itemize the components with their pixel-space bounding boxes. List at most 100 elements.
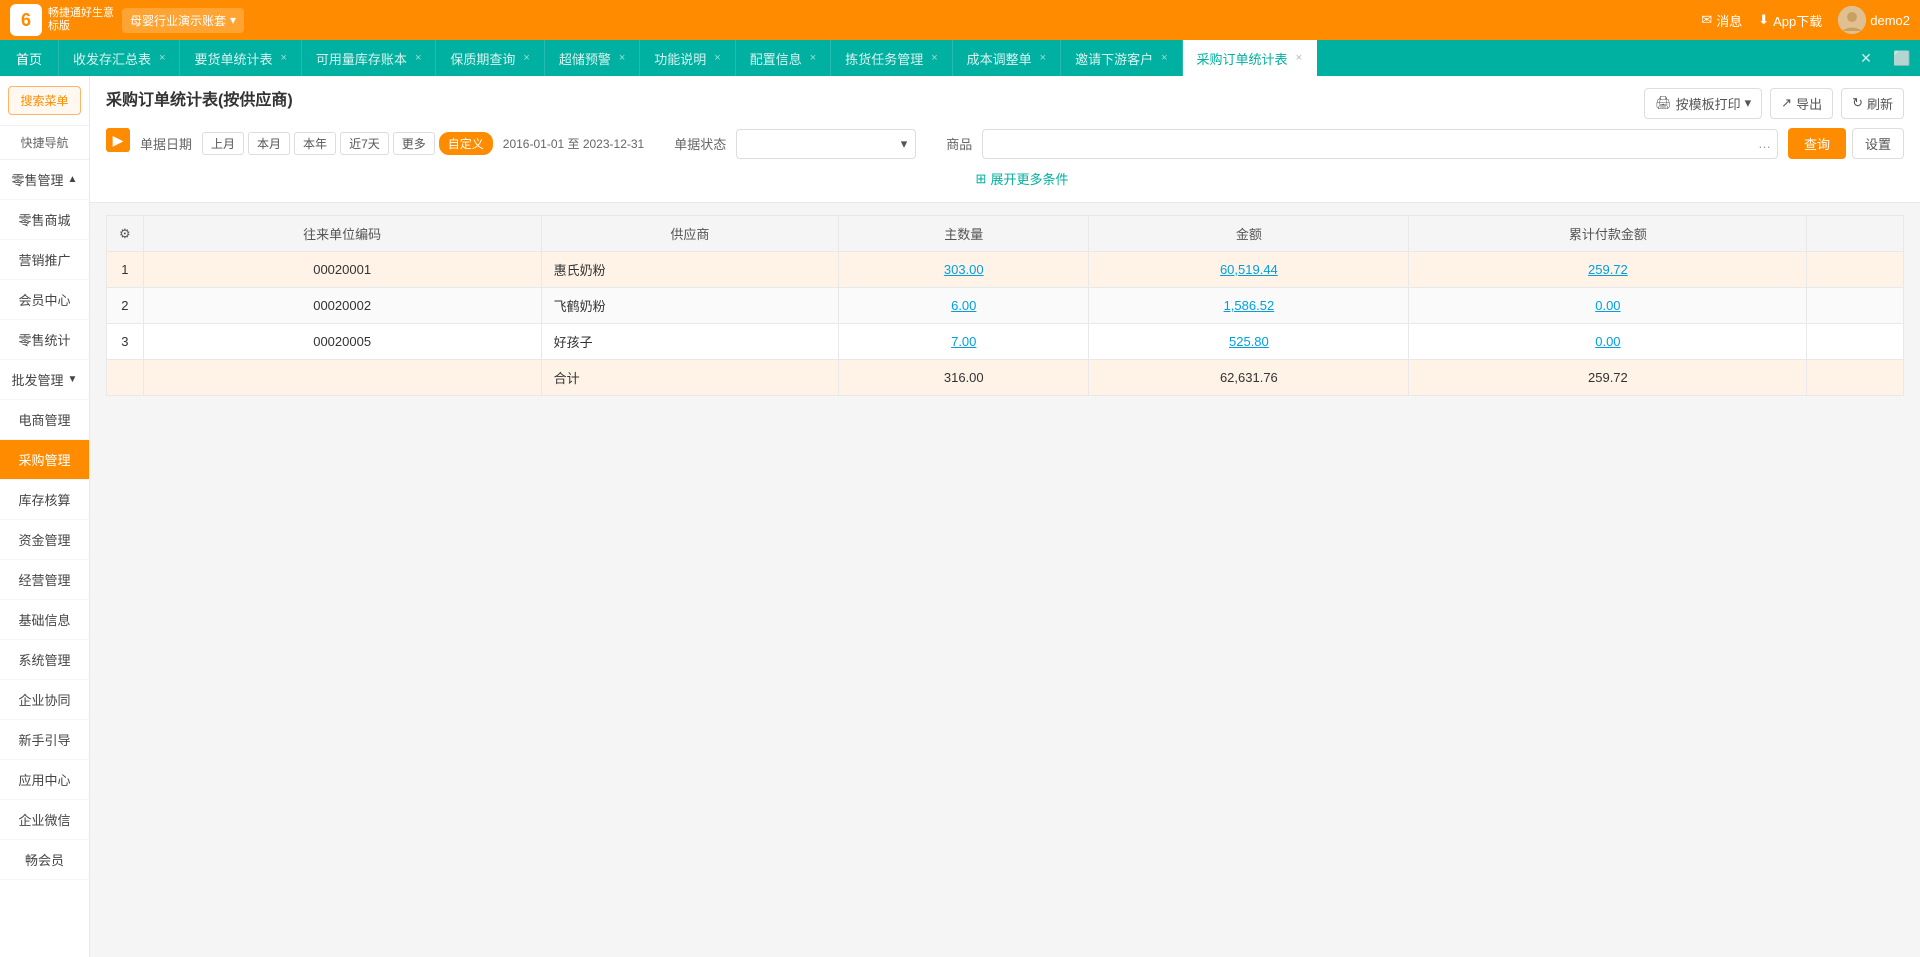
quick-nav-section: 快捷导航 — [0, 126, 89, 160]
row-code: 00020001 — [143, 252, 541, 288]
close-icon[interactable]: × — [619, 52, 625, 64]
status-select[interactable]: ▾ — [736, 129, 916, 159]
close-icon[interactable]: × — [280, 52, 286, 64]
row-num: 2 — [107, 288, 144, 324]
top-bar-right: ✉ 消息 ⬇ App下载 demo2 — [1701, 6, 1910, 34]
sidebar-item-wholesale[interactable]: 批发管理 ▼ — [0, 360, 89, 400]
date-7days[interactable]: 近7天 — [340, 132, 389, 155]
tab-shoufacun[interactable]: 收发存汇总表 × — [59, 40, 180, 76]
app-download-btn[interactable]: ⬇ App下载 — [1758, 11, 1822, 30]
refresh-btn[interactable]: ↻ 刷新 — [1841, 88, 1904, 119]
close-icon[interactable]: × — [810, 52, 816, 64]
sidebar: 搜索菜单 快捷导航 零售管理 ▲ 零售商城 营销推广 会员中心 零售统计 批发管… — [0, 76, 90, 957]
goods-input[interactable] — [989, 136, 1758, 151]
close-icon[interactable]: × — [714, 52, 720, 64]
sidebar-item-retail-stats[interactable]: 零售统计 — [0, 320, 89, 360]
tab-keyongliang[interactable]: 可用量库存账本 × — [302, 40, 436, 76]
dropdown-arrow[interactable]: ▾ — [1745, 95, 1752, 111]
col-header-amount: 金额 — [1089, 216, 1409, 252]
tab-chengben[interactable]: 成本调整单 × — [953, 40, 1061, 76]
filter-toggle-btn[interactable]: ▶ — [106, 128, 130, 152]
message-icon: ✉ — [1701, 12, 1712, 28]
maximize-btn[interactable]: ⬜ — [1884, 40, 1920, 76]
row-paid: 0.00 — [1409, 324, 1807, 360]
sidebar-item-wechat[interactable]: 企业微信 — [0, 800, 89, 840]
sidebar-item-guide[interactable]: 新手引导 — [0, 720, 89, 760]
footer-paid: 259.72 — [1409, 360, 1807, 396]
print-btn[interactable]: 🖨 按模板打印 ▾ — [1644, 88, 1762, 119]
close-window-btn[interactable]: ✕ — [1848, 40, 1884, 76]
sidebar-item-member2[interactable]: 畅会员 — [0, 840, 89, 880]
quick-nav-btn[interactable]: 快捷导航 — [20, 136, 68, 150]
logo-area: 6 畅捷通好生意 标版 — [10, 4, 114, 36]
date-more[interactable]: 更多 — [393, 132, 435, 155]
sidebar-item-retail-mgmt[interactable]: 零售管理 ▲ — [0, 160, 89, 200]
row-supplier: 惠氏奶粉 — [541, 252, 839, 288]
chevron-icon: ▲ — [68, 174, 78, 185]
tab-yaoqing[interactable]: 邀请下游客户 × — [1061, 40, 1182, 76]
close-icon[interactable]: × — [523, 52, 529, 64]
logo-icon: 6 — [10, 4, 42, 36]
table-area: ⚙ 往来单位编码 供应商 主数量 金额 累计付款金额 1 00020001 惠氏… — [90, 203, 1920, 957]
sidebar-item-marketing[interactable]: 营销推广 — [0, 240, 89, 280]
top-bar: 6 畅捷通好生意 标版 母婴行业演示账套 ▾ ✉ 消息 ⬇ App下载 demo… — [0, 0, 1920, 40]
expand-more-btn[interactable]: ⊞ 展开更多条件 — [976, 169, 1069, 188]
tab-baozhiqi[interactable]: 保质期查询 × — [436, 40, 544, 76]
sidebar-item-inventory[interactable]: 库存核算 — [0, 480, 89, 520]
close-icon[interactable]: × — [1161, 52, 1167, 64]
export-btn[interactable]: ↗ 导出 — [1770, 88, 1833, 119]
row-qty: 6.00 — [839, 288, 1089, 324]
tab-jianhuo[interactable]: 拣货任务管理 × — [831, 40, 952, 76]
query-btn[interactable]: 查询 — [1788, 128, 1846, 159]
close-icon[interactable]: × — [1040, 52, 1046, 64]
sidebar-item-enterprise[interactable]: 企业协同 — [0, 680, 89, 720]
sidebar-search-section: 搜索菜单 — [0, 76, 89, 126]
goods-input-wrap: … — [982, 129, 1778, 159]
close-icon[interactable]: × — [159, 52, 165, 64]
sidebar-item-ecommerce[interactable]: 电商管理 — [0, 400, 89, 440]
tab-peizhi[interactable]: 配置信息 × — [736, 40, 831, 76]
sidebar-item-system[interactable]: 系统管理 — [0, 640, 89, 680]
settings-btn[interactable]: 设置 — [1852, 128, 1904, 159]
user-profile[interactable]: demo2 — [1838, 6, 1910, 34]
date-this-year[interactable]: 本年 — [294, 132, 336, 155]
workspace-selector[interactable]: 母婴行业演示账套 ▾ — [122, 8, 244, 33]
col-header-code: 往来单位编码 — [143, 216, 541, 252]
sidebar-item-retail-mall[interactable]: 零售商城 — [0, 200, 89, 240]
date-custom[interactable]: 自定义 — [439, 132, 493, 155]
col-settings[interactable]: ⚙ — [107, 216, 144, 252]
row-num: 3 — [107, 324, 144, 360]
close-icon[interactable]: × — [1296, 52, 1302, 64]
close-icon[interactable]: × — [415, 52, 421, 64]
tab-yaohuo[interactable]: 要货单统计表 × — [180, 40, 301, 76]
sidebar-item-member[interactable]: 会员中心 — [0, 280, 89, 320]
nav-actions: ✕ ⬜ — [1848, 40, 1920, 76]
sidebar-item-finance[interactable]: 资金管理 — [0, 520, 89, 560]
sidebar-item-basic-info[interactable]: 基础信息 — [0, 600, 89, 640]
row-code: 00020005 — [143, 324, 541, 360]
close-icon[interactable]: × — [931, 52, 937, 64]
download-icon: ⬇ — [1758, 12, 1769, 28]
export-icon: ↗ — [1781, 95, 1792, 111]
tab-caigou-active[interactable]: 采购订单统计表 × — [1183, 40, 1317, 76]
tab-gongneng[interactable]: 功能说明 × — [640, 40, 735, 76]
row-num: 1 — [107, 252, 144, 288]
date-this-month[interactable]: 本月 — [248, 132, 290, 155]
col-header-supplier: 供应商 — [541, 216, 839, 252]
date-label: 单据日期 — [140, 134, 192, 153]
content-area: 采购订单统计表(按供应商) 🖨 按模板打印 ▾ ↗ 导出 ↻ 刷新 — [90, 76, 1920, 957]
sidebar-item-purchase[interactable]: 采购管理 — [0, 440, 89, 480]
main-layout: 搜索菜单 快捷导航 零售管理 ▲ 零售商城 营销推广 会员中心 零售统计 批发管… — [0, 76, 1920, 957]
messages-btn[interactable]: ✉ 消息 — [1701, 11, 1742, 30]
filter-area: 单据日期 上月 本月 本年 近7天 更多 自定义 2016-01-01 至 20… — [140, 128, 1904, 192]
row-qty: 303.00 — [839, 252, 1089, 288]
date-last-month[interactable]: 上月 — [202, 132, 244, 155]
tab-chaoyuyujing[interactable]: 超储预警 × — [545, 40, 640, 76]
more-icon[interactable]: … — [1758, 136, 1771, 151]
col-header-paid: 累计付款金额 — [1409, 216, 1807, 252]
sidebar-item-operations[interactable]: 经营管理 — [0, 560, 89, 600]
sidebar-item-app-center[interactable]: 应用中心 — [0, 760, 89, 800]
search-menu-btn[interactable]: 搜索菜单 — [8, 86, 81, 115]
top-bar-left: 6 畅捷通好生意 标版 母婴行业演示账套 ▾ — [10, 4, 244, 36]
tab-home[interactable]: 首页 — [0, 40, 59, 76]
